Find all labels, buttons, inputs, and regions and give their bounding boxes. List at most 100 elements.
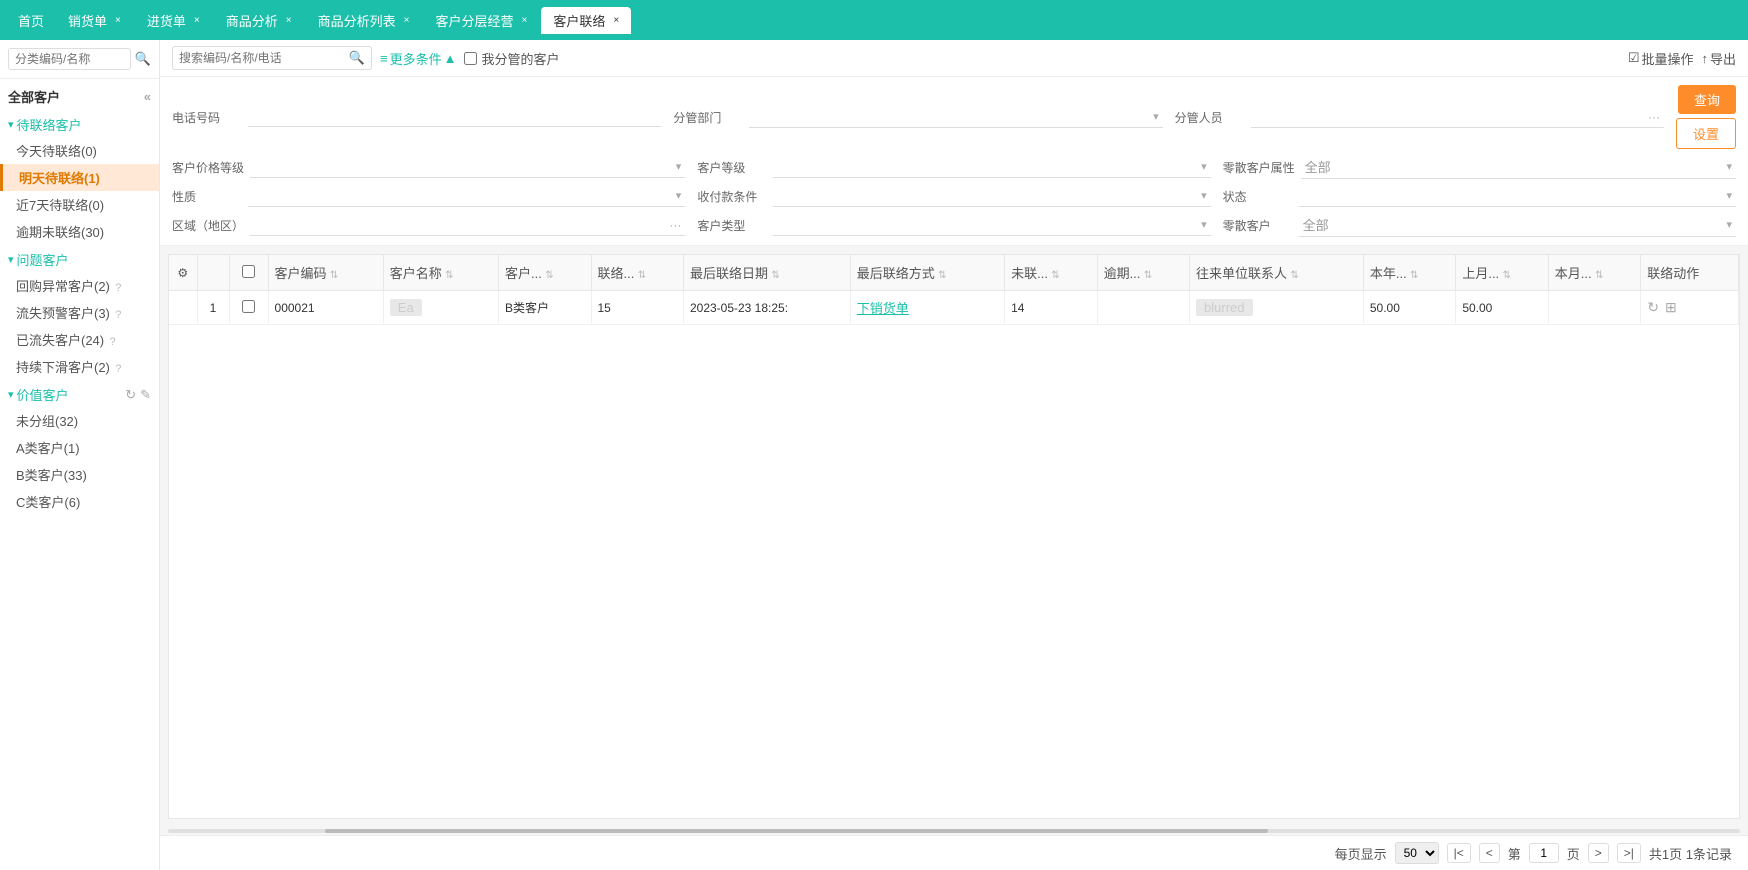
set-button[interactable]: 设置: [1676, 118, 1736, 149]
row-name[interactable]: Ea: [383, 291, 498, 325]
th-checkbox[interactable]: [229, 255, 268, 291]
area-ellipsis-icon[interactable]: ···: [669, 218, 681, 232]
th-last-month[interactable]: 上月... ⇅: [1456, 255, 1548, 291]
toolbar-search-icon[interactable]: 🔍: [349, 50, 365, 66]
th-uncontact[interactable]: 未联... ⇅: [1005, 255, 1097, 291]
grid-action-icon[interactable]: ⊞: [1665, 299, 1677, 316]
sidebar-search-input[interactable]: [8, 48, 131, 70]
chevron-down-icon-9: ▾: [1726, 218, 1732, 231]
filter-nature: 性质 ▾: [172, 185, 685, 207]
nav-close-product-analysis-list[interactable]: ×: [404, 15, 410, 26]
th-unit-contact[interactable]: 往来单位联系人 ⇅: [1190, 255, 1364, 291]
per-page-select[interactable]: 50: [1395, 842, 1439, 864]
chevron-down-icon-6: ▾: [1201, 189, 1207, 202]
filter-customer-level-label: 客户等级: [697, 159, 767, 176]
prev-page-btn[interactable]: <: [1479, 843, 1500, 863]
filter-row-2: 客户价格等级 ▾ 客户等级 ▾ 零散客户属性 全部▾: [172, 155, 1736, 179]
filter-status-select[interactable]: ▾: [1299, 185, 1736, 207]
filter-retail-customer-select[interactable]: 全部▾: [1299, 213, 1736, 237]
scrollbar-thumb[interactable]: [325, 829, 1268, 833]
th-last-contact-type[interactable]: 最后联络方式 ⇅: [850, 255, 1004, 291]
filter-payment-label: 收付款条件: [697, 188, 767, 205]
row-last-contact-type[interactable]: 下销货单: [850, 291, 1004, 325]
filter-person-select[interactable]: ···: [1251, 106, 1664, 128]
nav-item-product-analysis-list[interactable]: 商品分析列表 ×: [306, 7, 422, 34]
sidebar-search-icon[interactable]: 🔍: [135, 51, 151, 67]
filter-nature-select[interactable]: ▾: [248, 185, 685, 207]
sidebar-item-ungrouped[interactable]: 未分组(32): [0, 407, 159, 434]
sidebar-item-churned[interactable]: 已流失客户(24) ?: [0, 326, 159, 353]
nav-close-purchase[interactable]: ×: [194, 15, 200, 26]
sidebar-item-today-contact[interactable]: 今天待联络(0): [0, 137, 159, 164]
last-page-btn[interactable]: >|: [1617, 843, 1641, 863]
nav-item-customer-tier[interactable]: 客户分层经营 ×: [423, 7, 539, 34]
horizontal-scrollbar[interactable]: [160, 827, 1748, 835]
refresh-icon[interactable]: ↻: [125, 387, 136, 403]
nav-item-customer-contact[interactable]: 客户联络 ×: [541, 7, 631, 34]
sidebar-group-value[interactable]: 价值客户 ↻ ✎: [0, 380, 159, 407]
filter-retail-attr-select[interactable]: 全部▾: [1301, 155, 1736, 179]
nav-item-purchase[interactable]: 进货单 ×: [135, 7, 212, 34]
nav-close-sales[interactable]: ×: [115, 15, 121, 26]
toolbar-right: ☑ 批量操作 ↑ 导出: [1628, 49, 1736, 68]
nav-item-product-analysis[interactable]: 商品分析 ×: [214, 7, 304, 34]
filter-customer-level-select[interactable]: ▾: [773, 156, 1210, 178]
sidebar-collapse-icon[interactable]: «: [144, 89, 151, 104]
sidebar-group-pending[interactable]: 待联络客户: [0, 110, 159, 137]
nav-item-sales[interactable]: 销货单 ×: [56, 7, 133, 34]
query-button[interactable]: 查询: [1678, 85, 1736, 114]
batch-op-btn[interactable]: ☑ 批量操作: [1628, 49, 1694, 68]
sort-icon-last-type: ⇅: [938, 270, 946, 281]
sidebar-item-7days-contact[interactable]: 近7天待联络(0): [0, 191, 159, 218]
th-customer-name[interactable]: 客户名称 ⇅: [383, 255, 498, 291]
filter-area-select[interactable]: ···: [250, 214, 685, 236]
sidebar-item-declining[interactable]: 持续下滑客户(2) ?: [0, 353, 159, 380]
row-select-checkbox[interactable]: [242, 300, 255, 313]
th-customer-code[interactable]: 客户编码 ⇅: [268, 255, 383, 291]
search-input[interactable]: [179, 51, 345, 65]
row-code[interactable]: 000021: [268, 291, 383, 325]
my-customers-checkbox-label[interactable]: 我分管的客户: [464, 49, 559, 68]
sidebar-all-customers-header[interactable]: 全部客户 «: [0, 79, 159, 110]
my-customers-checkbox[interactable]: [464, 52, 477, 65]
th-gear[interactable]: ⚙: [169, 255, 197, 291]
sort-icon-unit: ⇅: [1290, 270, 1298, 281]
sidebar-item-churn-warning[interactable]: 流失预警客户(3) ?: [0, 299, 159, 326]
filter-customer-price: 客户价格等级 ▾: [172, 156, 685, 178]
sidebar-item-tomorrow-contact[interactable]: 明天待联络(1): [0, 164, 159, 191]
export-btn[interactable]: ↑ 导出: [1701, 49, 1736, 68]
th-last-contact-date[interactable]: 最后联络日期 ⇅: [683, 255, 850, 291]
edit-icon[interactable]: ✎: [140, 387, 151, 403]
main-content: 🔍 ≡ 更多条件 ▲ 我分管的客户 ☑ 批量操作 ↑ 导出: [160, 40, 1748, 870]
first-page-btn[interactable]: |<: [1447, 843, 1471, 863]
th-this-year[interactable]: 本年... ⇅: [1363, 255, 1455, 291]
th-this-month[interactable]: 本月... ⇅: [1548, 255, 1640, 291]
toolbar-search-container: 🔍: [172, 46, 372, 70]
select-all-checkbox[interactable]: [242, 265, 255, 278]
sidebar-group-problem[interactable]: 问题客户: [0, 245, 159, 272]
sidebar-item-class-b[interactable]: B类客户(33): [0, 461, 159, 488]
filter-phone-input[interactable]: [248, 108, 661, 127]
ellipsis-icon[interactable]: ···: [1648, 110, 1660, 124]
sidebar-item-class-a[interactable]: A类客户(1): [0, 434, 159, 461]
th-overdue[interactable]: 逾期... ⇅: [1097, 255, 1189, 291]
next-page-btn[interactable]: >: [1588, 843, 1609, 863]
sidebar-item-overdue-contact[interactable]: 逾期未联络(30): [0, 218, 159, 245]
th-contact[interactable]: 联络... ⇅: [591, 255, 683, 291]
nav-close-customer-tier[interactable]: ×: [521, 15, 527, 26]
filter-dept-select[interactable]: ▾: [749, 106, 1162, 128]
last-contact-link[interactable]: 下销货单: [857, 301, 909, 316]
filter-payment-select[interactable]: ▾: [773, 185, 1210, 207]
page-number-input[interactable]: [1529, 843, 1559, 863]
filter-customer-price-select[interactable]: ▾: [250, 156, 685, 178]
nav-home[interactable]: 首页: [8, 7, 54, 34]
nav-close-product-analysis[interactable]: ×: [286, 15, 292, 26]
sidebar-item-repurchase-abnormal[interactable]: 回购异常客户(2) ?: [0, 272, 159, 299]
th-level[interactable]: 客户... ⇅: [499, 255, 591, 291]
more-conditions-btn[interactable]: ≡ 更多条件 ▲: [380, 49, 456, 68]
refresh-action-icon[interactable]: ↻: [1647, 299, 1659, 316]
nav-close-customer-contact[interactable]: ×: [613, 15, 619, 26]
sidebar-item-class-c[interactable]: C类客户(6): [0, 488, 159, 515]
row-checkbox[interactable]: [229, 291, 268, 325]
filter-customer-type-select[interactable]: ▾: [773, 214, 1210, 236]
